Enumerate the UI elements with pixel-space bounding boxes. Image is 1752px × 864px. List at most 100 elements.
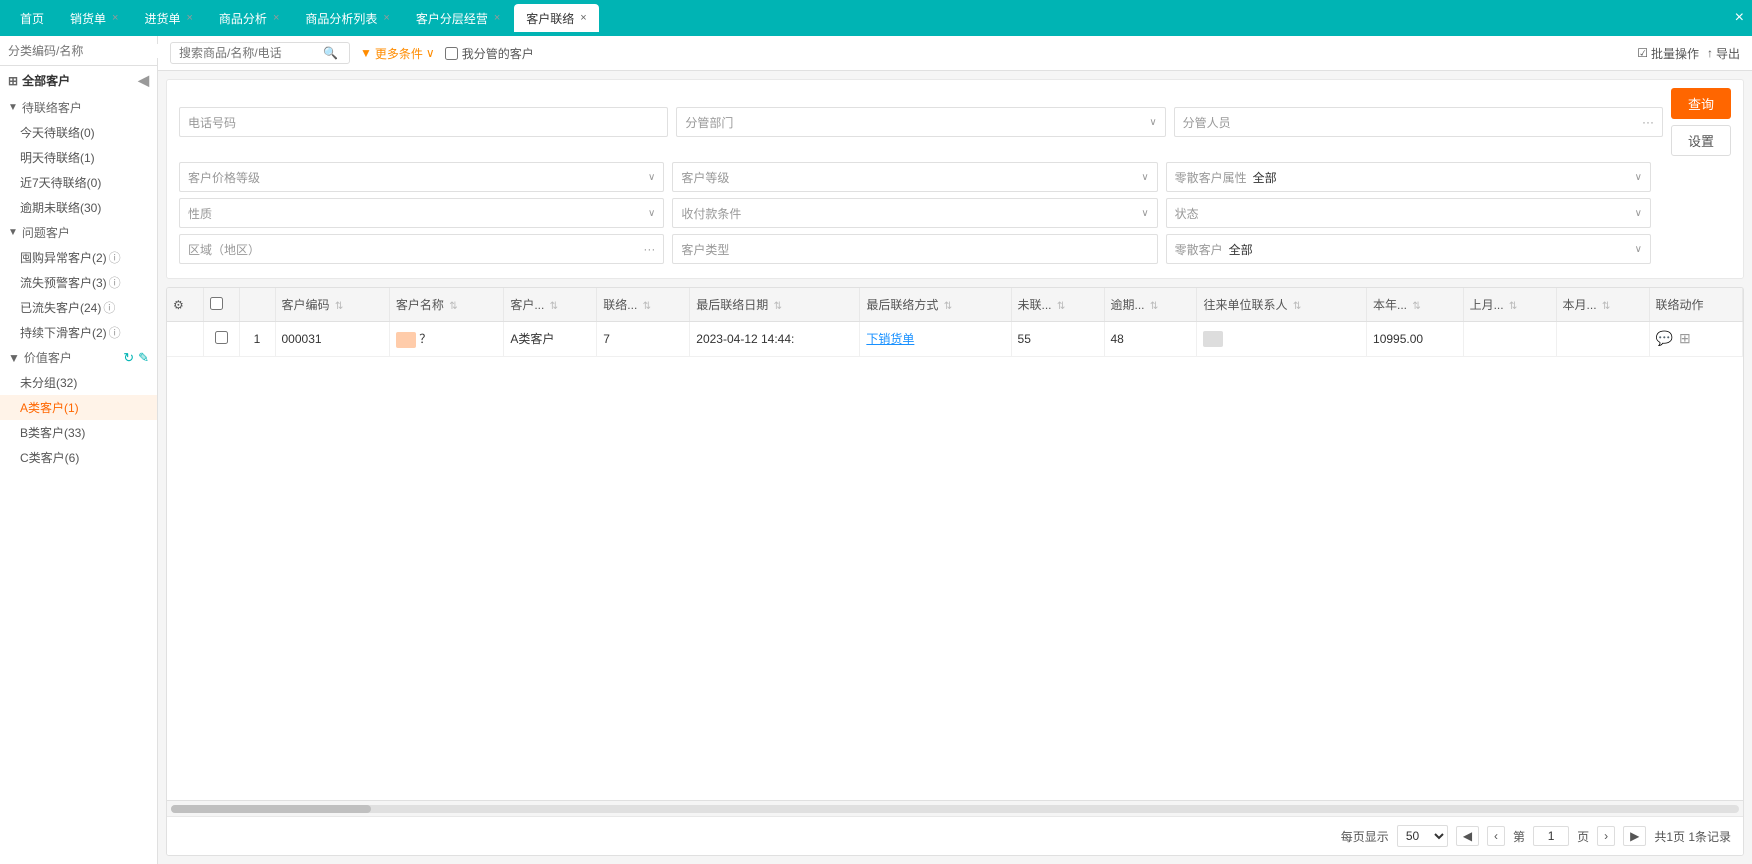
filter-payment[interactable]: 收付款条件 ∨ <box>672 198 1157 228</box>
group-problem[interactable]: ▼ 问题客户 <box>0 220 157 245</box>
col-name[interactable]: 客户名称 ⇅ <box>389 288 503 322</box>
filter-price-level[interactable]: 客户价格等级 ∨ <box>179 162 664 192</box>
col-last-month[interactable]: 上月... ⇅ <box>1463 288 1556 322</box>
settings-button[interactable]: 设置 <box>1671 125 1731 156</box>
sort-lmonth-icon: ⇅ <box>1509 301 1517 312</box>
sidebar-item-week[interactable]: 近7天待联络(0) <box>0 170 157 195</box>
filter-status[interactable]: 状态 ∨ <box>1166 198 1651 228</box>
last-method-link[interactable]: 下销货单 <box>866 332 914 346</box>
filter-row-4: 区域（地区） ··· 客户类型 零散客户 全部 ∨ <box>179 234 1731 264</box>
sort-name-icon: ⇅ <box>449 301 457 312</box>
tab-customer-layer[interactable]: 客户分层经营 × <box>404 4 512 32</box>
sidebar-item-a-class[interactable]: A类客户(1) <box>0 395 157 420</box>
sidebar-item-c-class[interactable]: C类客户(6) <box>0 445 157 470</box>
close-all-tabs[interactable]: × <box>1735 9 1744 27</box>
col-last-method[interactable]: 最后联络方式 ⇅ <box>860 288 1011 322</box>
col-last-date[interactable]: 最后联络日期 ⇅ <box>690 288 860 322</box>
first-page-btn[interactable]: ◀ <box>1456 826 1479 846</box>
close-customer-contact-tab[interactable]: × <box>580 12 586 24</box>
sidebar-item-b-class[interactable]: B类客户(33) <box>0 420 157 445</box>
batch-operation-btn[interactable]: ☑ 批量操作 <box>1637 45 1699 62</box>
select-all-checkbox[interactable] <box>210 297 223 310</box>
query-button[interactable]: 查询 <box>1671 88 1731 119</box>
my-customers-filter[interactable]: 我分管的客户 <box>445 45 534 62</box>
last-page-btn[interactable]: ▶ <box>1623 826 1646 846</box>
filter-actions: 查询 设置 <box>1671 88 1731 156</box>
main-search-icon[interactable]: 🔍 <box>323 46 338 60</box>
filter-person[interactable]: 分管人员 ··· <box>1174 107 1663 137</box>
sidebar-item-today[interactable]: 今天待联络(0) <box>0 120 157 145</box>
page-number-input[interactable] <box>1533 826 1569 846</box>
col-contact[interactable]: 联络... ⇅ <box>597 288 690 322</box>
next-page-btn[interactable]: › <box>1597 826 1615 846</box>
customer-level-arrow: ∨ <box>1141 172 1148 183</box>
row-no-contact: 55 <box>1011 322 1104 357</box>
col-no-contact[interactable]: 未联... ⇅ <box>1011 288 1104 322</box>
col-this-year[interactable]: 本年... ⇅ <box>1367 288 1464 322</box>
filter-customer-level[interactable]: 客户等级 ∨ <box>672 162 1157 192</box>
chevron-down-icon: ∨ <box>426 46 435 60</box>
group-pending-contact[interactable]: ▼ 待联络客户 <box>0 95 157 120</box>
sidebar-item-unclassified[interactable]: 未分组(32) <box>0 370 157 395</box>
search-box: 🔍 <box>170 42 350 64</box>
sidebar-item-overdue[interactable]: 逾期未联络(30) <box>0 195 157 220</box>
tab-sales[interactable]: 销货单 × <box>58 4 130 32</box>
sort-overdue-icon: ⇅ <box>1150 301 1158 312</box>
page-size-select[interactable]: 50 100 200 <box>1397 825 1448 847</box>
edit-icon[interactable]: ✎ <box>138 350 149 366</box>
close-sales-tab[interactable]: × <box>112 12 118 24</box>
region-dots[interactable]: ··· <box>643 242 655 256</box>
retail-attr-label: 零散客户属性 <box>1175 169 1247 186</box>
sort-no-contact-icon: ⇅ <box>1057 301 1065 312</box>
col-this-month[interactable]: 本月... ⇅ <box>1556 288 1649 322</box>
tab-purchase[interactable]: 进货单 × <box>132 4 204 32</box>
export-btn[interactable]: ↑ 导出 <box>1707 45 1740 62</box>
person-dots[interactable]: ··· <box>1642 115 1654 129</box>
filter-nature[interactable]: 性质 ∨ <box>179 198 664 228</box>
refresh-icon[interactable]: ↻ <box>123 350 134 366</box>
tab-analysis-list[interactable]: 商品分析列表 × <box>293 4 401 32</box>
my-customers-checkbox[interactable] <box>445 47 458 60</box>
more-conditions-btn[interactable]: ▼ 更多条件 ∨ <box>360 45 435 62</box>
retail-attr-arrow: ∨ <box>1635 172 1642 183</box>
close-analysis-list-tab[interactable]: × <box>383 12 389 24</box>
close-analysis-tab[interactable]: × <box>273 12 279 24</box>
sidebar-item-warning[interactable]: 流失预警客户(3) ⓘ <box>0 270 157 295</box>
scroll-thumb[interactable] <box>171 805 371 813</box>
main-search-input[interactable] <box>179 46 319 60</box>
sidebar-item-abnormal[interactable]: 囤购异常客户(2) ⓘ <box>0 245 157 270</box>
row-select-checkbox[interactable] <box>215 331 228 344</box>
col-code[interactable]: 客户编码 ⇅ <box>275 288 389 322</box>
group-value[interactable]: ▼ 价值客户 ↻ ✎ <box>0 345 157 370</box>
sidebar-item-lost[interactable]: 已流失客户(24) ⓘ <box>0 295 157 320</box>
filter-icon: ▼ <box>360 46 372 60</box>
tab-analysis[interactable]: 商品分析 × <box>207 4 291 32</box>
sidebar-search-input[interactable] <box>8 44 163 58</box>
row-name: ？ <box>389 322 503 357</box>
tab-home[interactable]: 首页 <box>8 4 56 32</box>
close-purchase-tab[interactable]: × <box>186 12 192 24</box>
content-area: 🔍 ▼ 更多条件 ∨ 我分管的客户 ☑ 批量操作 ↑ 导出 <box>158 36 1752 864</box>
close-customer-layer-tab[interactable]: × <box>494 12 500 24</box>
col-unit-contact[interactable]: 往来单位联系人 ⇅ <box>1197 288 1367 322</box>
all-customers-header[interactable]: ⊞ 全部客户 ◀ <box>0 66 157 95</box>
qr-icon[interactable]: ⊞ <box>1679 330 1691 347</box>
col-type[interactable]: 客户... ⇅ <box>504 288 597 322</box>
filter-retail[interactable]: 零散客户 全部 ∨ <box>1166 234 1651 264</box>
row-last-method[interactable]: 下销货单 <box>860 322 1011 357</box>
col-overdue[interactable]: 逾期... ⇅ <box>1104 288 1197 322</box>
tab-customer-contact[interactable]: 客户联络 × <box>514 4 598 32</box>
filter-dept[interactable]: 分管部门 ∨ <box>676 107 1165 137</box>
pagination: 每页显示 50 100 200 ◀ ‹ 第 页 › ▶ 共1页 1条记录 <box>167 816 1743 855</box>
horizontal-scrollbar[interactable] <box>167 800 1743 816</box>
filter-region: 区域（地区） ··· <box>179 234 664 264</box>
export-icon: ↑ <box>1707 46 1713 60</box>
col-settings[interactable]: ⚙ <box>167 288 203 322</box>
sidebar-item-decline[interactable]: 持续下滑客户(2) ⓘ <box>0 320 157 345</box>
sidebar-collapse-icon[interactable]: ◀ <box>138 72 149 89</box>
prev-page-btn[interactable]: ‹ <box>1487 826 1505 846</box>
row-last-month <box>1463 322 1556 357</box>
filter-retail-attr[interactable]: 零散客户属性 全部 ∨ <box>1166 162 1651 192</box>
sidebar-item-tomorrow[interactable]: 明天待联络(1) <box>0 145 157 170</box>
comment-icon[interactable]: 💬 <box>1656 330 1673 347</box>
